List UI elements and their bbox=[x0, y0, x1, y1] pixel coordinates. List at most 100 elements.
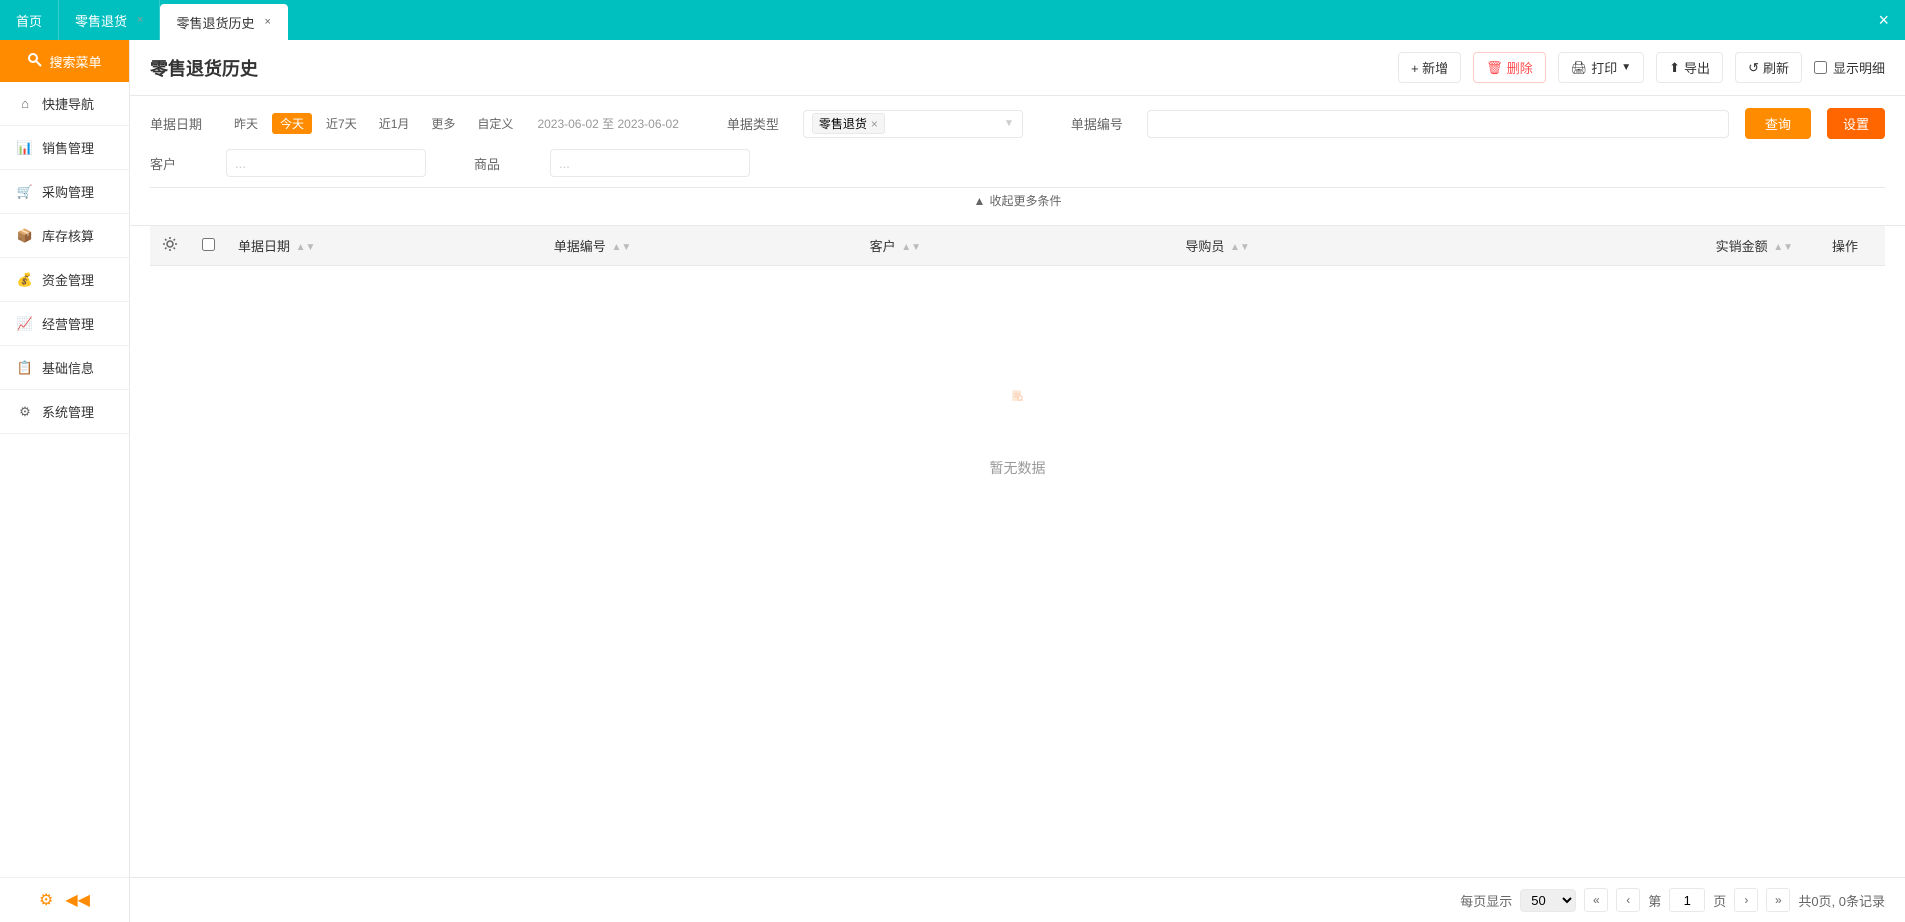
page-header: 零售退货历史 + 新增 🗑 删除 🖨 打印 ▼ ⬆ 导出 ↺ bbox=[130, 40, 1905, 96]
export-button[interactable]: ⬆ 导出 bbox=[1656, 52, 1723, 83]
settings-button[interactable]: 设置 bbox=[1827, 108, 1885, 139]
sidebar-search-button[interactable]: 搜索菜单 bbox=[0, 40, 129, 82]
tab-list: 首页 零售退货 × 零售退货历史 × bbox=[0, 0, 1862, 40]
date-btn-yesterday[interactable]: 昨天 bbox=[226, 113, 266, 134]
search-icon bbox=[27, 52, 43, 71]
finance-icon: 💰 bbox=[16, 271, 34, 289]
th-checkbox[interactable] bbox=[190, 226, 226, 266]
th-amount: 实销金额 ▲▼ bbox=[1489, 226, 1805, 266]
salesperson-sort-icon[interactable]: ▲▼ bbox=[1230, 243, 1250, 253]
tab-close-retail-return[interactable]: × bbox=[137, 14, 143, 26]
sidebar-item-sales-mgmt[interactable]: 📊 销售管理 bbox=[0, 126, 129, 170]
sales-icon: 📊 bbox=[16, 139, 34, 157]
empty-state: 暂无数据 bbox=[150, 266, 1885, 558]
tab-retail-return[interactable]: 零售退货 × bbox=[59, 0, 160, 40]
number-filter-input[interactable] bbox=[1147, 110, 1729, 138]
sidebar-label-basic-info: 基础信息 bbox=[42, 358, 94, 377]
add-button[interactable]: + 新增 bbox=[1398, 52, 1461, 83]
sidebar-search-label: 搜索菜单 bbox=[49, 52, 101, 71]
show-detail-checkbox[interactable] bbox=[1814, 61, 1827, 74]
print-icon: 🖨 bbox=[1571, 60, 1588, 76]
table-container: 单据日期 ▲▼ 单据编号 ▲▼ 客户 ▲▼ 导购员 bbox=[130, 226, 1905, 877]
filter-area: 单据日期 昨天 今天 近7天 近1月 更多 自定义 2023-06-02 至 2… bbox=[130, 96, 1905, 226]
page-suffix: 页 bbox=[1713, 891, 1726, 910]
per-page-select[interactable]: 50 10 20 100 bbox=[1520, 889, 1576, 912]
th-salesperson-label: 导购员 bbox=[1185, 239, 1224, 254]
goods-filter-label: 商品 bbox=[474, 154, 534, 173]
type-filter-select[interactable]: 零售退货 × ▼ bbox=[803, 110, 1023, 138]
sidebar-label-inventory: 库存核算 bbox=[42, 226, 94, 245]
date-btn-1month[interactable]: 近1月 bbox=[371, 113, 418, 134]
date-btn-today[interactable]: 今天 bbox=[272, 113, 312, 134]
total-label: 共0页, 0条记录 bbox=[1798, 891, 1885, 910]
customer-sort-icon[interactable]: ▲▼ bbox=[901, 243, 921, 253]
sidebar-nav: ⌂ 快捷导航 📊 销售管理 🛒 采购管理 📦 库存核算 💰 资金管理 📈 经营管… bbox=[0, 82, 129, 434]
th-salesperson: 导购员 ▲▼ bbox=[1173, 226, 1489, 266]
date-btn-7days[interactable]: 近7天 bbox=[318, 113, 365, 134]
type-tag-remove[interactable]: × bbox=[871, 117, 878, 131]
refresh-icon: ↺ bbox=[1748, 60, 1759, 76]
th-customer: 客户 ▲▼ bbox=[858, 226, 1174, 266]
last-page-btn[interactable]: » bbox=[1766, 888, 1790, 912]
first-page-btn[interactable]: « bbox=[1584, 888, 1608, 912]
page-number-input[interactable] bbox=[1669, 888, 1705, 912]
sidebar-item-purchase-mgmt[interactable]: 🛒 采购管理 bbox=[0, 170, 129, 214]
basic-icon: 📋 bbox=[16, 359, 34, 377]
content-area: 零售退货历史 + 新增 🗑 删除 🖨 打印 ▼ ⬆ 导出 ↺ bbox=[130, 40, 1905, 922]
sidebar-item-quick-nav[interactable]: ⌂ 快捷导航 bbox=[0, 82, 129, 126]
customer-filter-label: 客户 bbox=[150, 154, 210, 173]
type-filter-label: 单据类型 bbox=[727, 114, 787, 133]
th-date: 单据日期 ▲▼ bbox=[226, 226, 542, 266]
window-close-button[interactable]: × bbox=[1878, 10, 1889, 31]
sidebar-item-finance[interactable]: 💰 资金管理 bbox=[0, 258, 129, 302]
number-filter-label: 单据编号 bbox=[1071, 114, 1131, 133]
sidebar-item-business[interactable]: 📈 经营管理 bbox=[0, 302, 129, 346]
business-icon: 📈 bbox=[16, 315, 34, 333]
th-action-label: 操作 bbox=[1832, 239, 1858, 254]
system-icon: ⚙ bbox=[16, 403, 34, 421]
tab-retail-return-history[interactable]: 零售退货历史 × bbox=[160, 4, 287, 40]
sidebar-label-system: 系统管理 bbox=[42, 402, 94, 421]
refresh-button[interactable]: ↺ 刷新 bbox=[1735, 52, 1802, 83]
main-layout: 搜索菜单 ⌂ 快捷导航 📊 销售管理 🛒 采购管理 📦 库存核算 💰 资金管理 … bbox=[0, 40, 1905, 922]
next-page-btn[interactable]: › bbox=[1734, 888, 1758, 912]
sidebar-item-basic-info[interactable]: 📋 基础信息 bbox=[0, 346, 129, 390]
th-amount-label: 实销金额 bbox=[1716, 239, 1768, 254]
tab-label-home: 首页 bbox=[16, 11, 42, 30]
th-settings[interactable] bbox=[150, 226, 190, 266]
print-dropdown-icon: ▼ bbox=[1621, 62, 1631, 73]
customer-filter-input[interactable]: ... bbox=[226, 149, 426, 177]
delete-button[interactable]: 🗑 删除 bbox=[1473, 52, 1546, 83]
number-sort-icon[interactable]: ▲▼ bbox=[611, 243, 631, 253]
volume-icon-btn[interactable]: ◀◀ bbox=[65, 890, 90, 910]
select-all-checkbox[interactable] bbox=[202, 238, 215, 251]
tab-close-retail-return-history[interactable]: × bbox=[264, 16, 270, 28]
tab-label-retail-return: 零售退货 bbox=[75, 11, 127, 30]
sidebar-bottom: ⚙ ◀◀ bbox=[0, 877, 129, 922]
query-button[interactable]: 查询 bbox=[1745, 108, 1811, 139]
sidebar-item-inventory[interactable]: 📦 库存核算 bbox=[0, 214, 129, 258]
date-range-display: 2023-06-02 至 2023-06-02 bbox=[537, 115, 678, 132]
settings-icon-btn[interactable]: ⚙ bbox=[39, 890, 53, 910]
main-table: 单据日期 ▲▼ 单据编号 ▲▼ 客户 ▲▼ 导购员 bbox=[150, 226, 1885, 266]
top-bar: 首页 零售退货 × 零售退货历史 × × bbox=[0, 0, 1905, 40]
goods-filter-input[interactable]: ... bbox=[550, 149, 750, 177]
amount-sort-icon[interactable]: ▲▼ bbox=[1773, 243, 1793, 253]
th-number-label: 单据编号 bbox=[554, 239, 606, 254]
print-button[interactable]: 🖨 打印 ▼ bbox=[1558, 52, 1644, 83]
sidebar-label-sales-mgmt: 销售管理 bbox=[42, 138, 94, 157]
th-number: 单据编号 ▲▼ bbox=[542, 226, 858, 266]
show-detail-checkbox-label[interactable]: 显示明细 bbox=[1814, 58, 1885, 77]
type-tag: 零售退货 × bbox=[812, 113, 885, 134]
th-customer-label: 客户 bbox=[870, 239, 896, 254]
date-sort-icon[interactable]: ▲▼ bbox=[296, 243, 316, 253]
tab-label-retail-return-history: 零售退货历史 bbox=[176, 13, 254, 32]
date-btn-more[interactable]: 更多 bbox=[423, 113, 463, 134]
tab-home[interactable]: 首页 bbox=[0, 0, 59, 40]
sidebar-label-business: 经营管理 bbox=[42, 314, 94, 333]
collapse-button[interactable]: ▲ 收起更多条件 bbox=[150, 187, 1885, 213]
date-btn-custom[interactable]: 自定义 bbox=[469, 113, 521, 134]
collapse-icon: ▲ bbox=[974, 194, 986, 208]
sidebar-item-system[interactable]: ⚙ 系统管理 bbox=[0, 390, 129, 434]
prev-page-btn[interactable]: ‹ bbox=[1616, 888, 1640, 912]
